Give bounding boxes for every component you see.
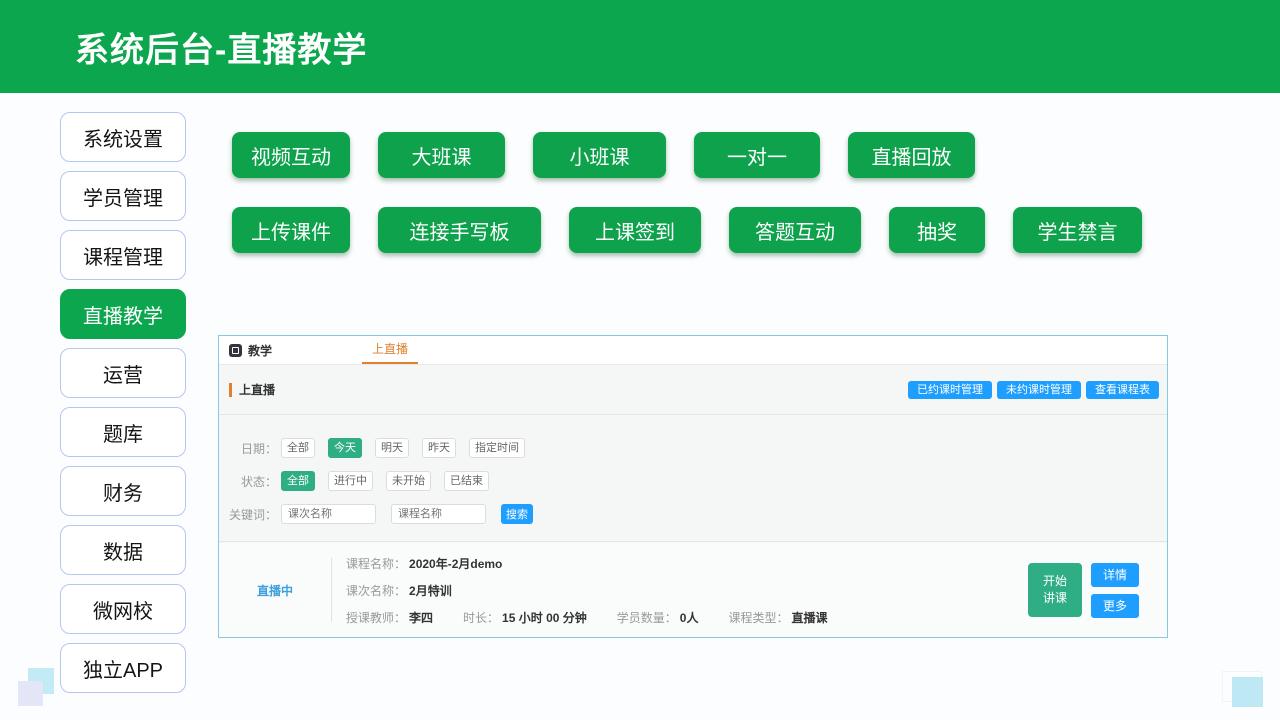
- duration-value: 15 小时 00 分钟: [502, 611, 587, 625]
- start-teaching-line1: 开始: [1043, 573, 1067, 590]
- sidebar-item-data[interactable]: 数据: [60, 525, 186, 575]
- date-filter-label: 日期：: [227, 440, 277, 457]
- teacher-value: 李四: [409, 611, 433, 625]
- keyword-filter-label: 关键词：: [227, 506, 277, 523]
- status-chip-in-progress[interactable]: 进行中: [328, 471, 373, 491]
- date-chip-today[interactable]: 今天: [328, 438, 362, 458]
- duration-label: 时长：: [463, 611, 499, 625]
- lesson-name-label: 课次名称：: [346, 582, 406, 599]
- feature-upload-courseware[interactable]: 上传课件: [232, 207, 350, 253]
- date-chip-custom-time[interactable]: 指定时间: [469, 438, 525, 458]
- start-teaching-line2: 讲课: [1043, 590, 1067, 607]
- feature-large-class[interactable]: 大班课: [378, 132, 505, 178]
- live-status-badge: 直播中: [219, 582, 331, 599]
- sidebar-item-standalone-app[interactable]: 独立APP: [60, 643, 186, 693]
- feature-connect-tablet[interactable]: 连接手写板: [378, 207, 541, 253]
- search-button[interactable]: 搜索: [501, 504, 533, 524]
- sidebar: 系统设置 学员管理 课程管理 直播教学 运营 题库 财务 数据 微网校 独立AP…: [60, 112, 186, 693]
- filters: 日期： 全部 今天 明天 昨天 指定时间 状态： 全部 进行中 未开始 已结束 …: [219, 415, 1167, 524]
- section-title: 上直播: [239, 381, 275, 398]
- panel-tabbar: 教学 上直播: [219, 336, 1167, 365]
- sidebar-item-micro-school[interactable]: 微网校: [60, 584, 186, 634]
- feature-small-class[interactable]: 小班课: [533, 132, 666, 178]
- feature-quiz-interaction[interactable]: 答题互动: [729, 207, 861, 253]
- feature-buttons-row-1: 视频互动 大班课 小班课 一对一 直播回放: [232, 132, 975, 178]
- section-header-row: 上直播 已约课时管理 未约课时管理 查看课程表: [219, 365, 1167, 415]
- course-actions: 开始 讲课 详情 更多: [1028, 563, 1139, 618]
- unbooked-lessons-button[interactable]: 未约课时管理: [997, 381, 1081, 399]
- sidebar-item-course-management[interactable]: 课程管理: [60, 230, 186, 280]
- teacher-label: 授课教师：: [346, 611, 406, 625]
- sidebar-item-operations[interactable]: 运营: [60, 348, 186, 398]
- feature-lottery[interactable]: 抽奖: [889, 207, 985, 253]
- date-chip-tomorrow[interactable]: 明天: [375, 438, 409, 458]
- status-filter-label: 状态：: [227, 473, 277, 490]
- detail-button[interactable]: 详情: [1091, 563, 1139, 587]
- secondary-actions: 详情 更多: [1091, 563, 1139, 618]
- course-details: 课程名称： 2020年-2月demo 课次名称： 2月特训 授课教师：李四 时长…: [346, 555, 827, 626]
- date-chip-all[interactable]: 全部: [281, 438, 315, 458]
- status-divider: [331, 558, 332, 622]
- panel-app-title: 教学: [248, 342, 272, 359]
- lesson-name-line: 课次名称： 2月特训: [346, 582, 827, 599]
- view-timetable-button[interactable]: 查看课程表: [1086, 381, 1159, 399]
- live-admin-panel: 教学 上直播 上直播 已约课时管理 未约课时管理 查看课程表 日期： 全部 今天…: [218, 335, 1168, 638]
- duration-meta: 时长：15 小时 00 分钟: [463, 609, 587, 626]
- course-name-line: 课程名称： 2020年-2月demo: [346, 555, 827, 572]
- sidebar-item-system-settings[interactable]: 系统设置: [60, 112, 186, 162]
- course-list-item: 直播中 课程名称： 2020年-2月demo 课次名称： 2月特训 授课教师：李…: [219, 543, 1167, 637]
- course-list-divider: [219, 541, 1167, 542]
- course-meta-line: 授课教师：李四 时长：15 小时 00 分钟 学员数量：0人 课程类型：直播课: [346, 609, 827, 626]
- feature-mute-students[interactable]: 学生禁言: [1013, 207, 1142, 253]
- booked-lessons-button[interactable]: 已约课时管理: [908, 381, 992, 399]
- status-chip-ended[interactable]: 已结束: [444, 471, 489, 491]
- panel-header-buttons: 已约课时管理 未约课时管理 查看课程表: [908, 381, 1159, 399]
- app-header: 系统后台-直播教学: [0, 0, 1280, 93]
- feature-one-on-one[interactable]: 一对一: [694, 132, 820, 178]
- filter-row-keyword: 关键词： 搜索: [227, 504, 1167, 524]
- sidebar-item-live-teaching[interactable]: 直播教学: [60, 289, 186, 339]
- student-count-label: 学员数量：: [617, 611, 677, 625]
- status-chip-not-started[interactable]: 未开始: [386, 471, 431, 491]
- filter-row-status: 状态： 全部 进行中 未开始 已结束: [227, 471, 1167, 491]
- teaching-app-icon: [229, 344, 242, 357]
- lesson-name-input[interactable]: [281, 504, 376, 524]
- panel-body: 上直播 已约课时管理 未约课时管理 查看课程表 日期： 全部 今天 明天 昨天 …: [219, 365, 1167, 637]
- page-title: 系统后台-直播教学: [75, 22, 367, 71]
- feature-class-checkin[interactable]: 上课签到: [569, 207, 701, 253]
- course-name-label: 课程名称：: [346, 555, 406, 572]
- filter-row-date: 日期： 全部 今天 明天 昨天 指定时间: [227, 438, 1167, 458]
- start-teaching-button[interactable]: 开始 讲课: [1028, 563, 1082, 617]
- lesson-name-value: 2月特训: [409, 582, 452, 599]
- feature-live-replay[interactable]: 直播回放: [848, 132, 975, 178]
- teacher-meta: 授课教师：李四: [346, 609, 433, 626]
- feature-video-interaction[interactable]: 视频互动: [232, 132, 350, 178]
- sidebar-item-finance[interactable]: 财务: [60, 466, 186, 516]
- student-count-meta: 学员数量：0人: [617, 609, 699, 626]
- deco-square-bottom-right-cyan: [1232, 677, 1263, 707]
- tab-go-live[interactable]: 上直播: [362, 336, 418, 364]
- course-type-value: 直播课: [791, 611, 827, 625]
- deco-square-bottom-left-lavender: [18, 681, 43, 706]
- course-name-value: 2020年-2月demo: [409, 555, 502, 572]
- status-chip-all[interactable]: 全部: [281, 471, 315, 491]
- more-button[interactable]: 更多: [1091, 594, 1139, 618]
- course-name-input[interactable]: [391, 504, 486, 524]
- sidebar-item-student-management[interactable]: 学员管理: [60, 171, 186, 221]
- section-accent-bar: [229, 383, 232, 397]
- course-type-label: 课程类型：: [728, 611, 788, 625]
- sidebar-item-question-bank[interactable]: 题库: [60, 407, 186, 457]
- student-count-value: 0人: [680, 611, 699, 625]
- feature-buttons-row-2: 上传课件 连接手写板 上课签到 答题互动 抽奖 学生禁言: [232, 207, 1142, 253]
- course-type-meta: 课程类型：直播课: [728, 609, 827, 626]
- date-chip-yesterday[interactable]: 昨天: [422, 438, 456, 458]
